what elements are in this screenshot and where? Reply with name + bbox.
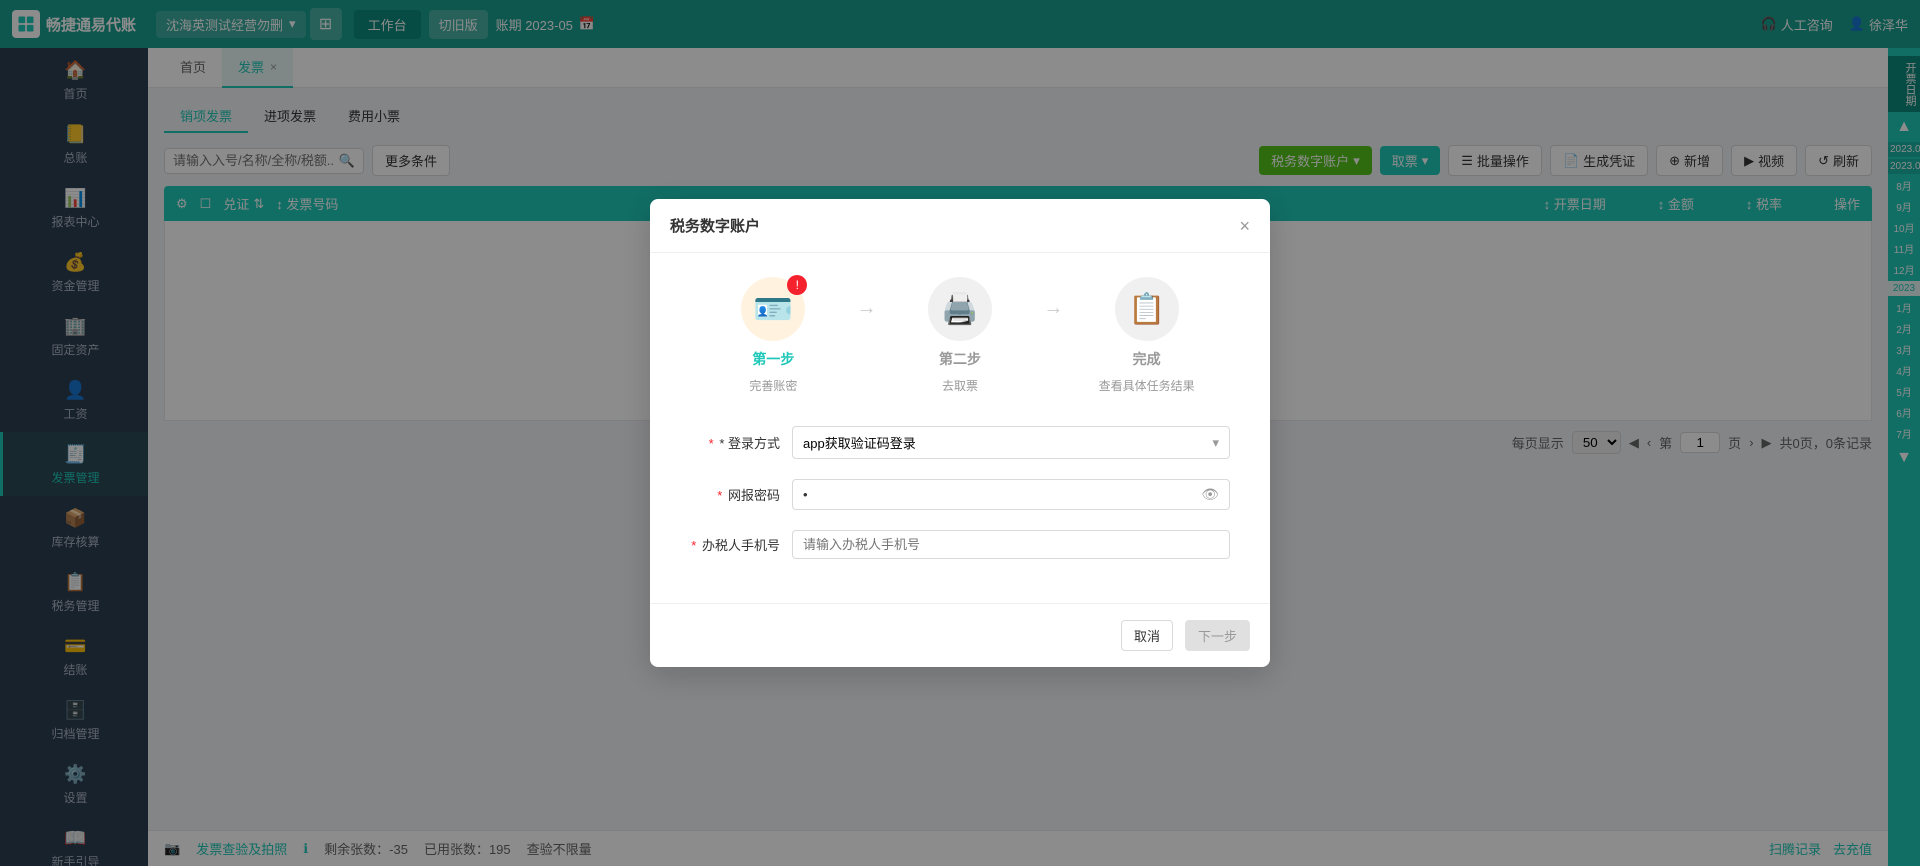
login-method-value: app获取验证码登录 (803, 433, 916, 452)
login-method-dropdown-icon: ▾ (1212, 435, 1219, 451)
modal-footer: 取消 下一步 (650, 603, 1270, 667)
phone-row: * 办税人手机号 (690, 530, 1230, 559)
modal-header: 税务数字账户 × (650, 199, 1270, 253)
step-arrow-2: → (1043, 277, 1063, 320)
login-method-required: * (709, 436, 714, 451)
phone-field[interactable] (792, 530, 1230, 559)
step-2: 🖨️ 第二步 去取票 (877, 277, 1044, 394)
password-toggle-icon[interactable]: 👁 (1201, 486, 1219, 503)
step-1-desc: 完善账密 (749, 377, 797, 394)
step-arrow-1: → (857, 277, 877, 320)
step-3-icon-symbol: 📋 (1128, 292, 1165, 327)
step-1-icon: 🪪 ! (741, 277, 805, 341)
step-1: 🪪 ! 第一步 完善账密 (690, 277, 857, 394)
step-3-label: 完成 (1133, 349, 1161, 369)
modal-body: 🪪 ! 第一步 完善账密 → 🖨️ 第二步 去取票 → (650, 253, 1270, 603)
step-2-label: 第二步 (939, 349, 981, 369)
cancel-button[interactable]: 取消 (1121, 620, 1173, 651)
password-row: * 网报密码 👁 (690, 479, 1230, 510)
step-1-label: 第一步 (752, 349, 794, 369)
phone-input[interactable] (803, 537, 1219, 552)
modal-close-button[interactable]: × (1239, 217, 1250, 235)
steps: 🪪 ! 第一步 完善账密 → 🖨️ 第二步 去取票 → (690, 277, 1230, 394)
next-button[interactable]: 下一步 (1185, 620, 1250, 651)
tax-account-modal: 税务数字账户 × 🪪 ! 第一步 完善账密 → (650, 199, 1270, 667)
password-input[interactable] (803, 487, 1193, 502)
step-2-icon: 🖨️ (928, 277, 992, 341)
step-1-icon-symbol: 🪪 (753, 290, 793, 328)
login-method-label: * * 登录方式 (690, 433, 780, 452)
step-3-icon: 📋 (1115, 277, 1179, 341)
phone-required: * (691, 538, 696, 553)
modal-title: 税务数字账户 (670, 215, 760, 236)
login-method-select[interactable]: app获取验证码登录 ▾ (792, 426, 1230, 459)
step-2-desc: 去取票 (942, 377, 978, 394)
modal-overlay: 税务数字账户 × 🪪 ! 第一步 完善账密 → (0, 0, 1920, 866)
phone-label: * 办税人手机号 (690, 535, 780, 554)
login-method-row: * * 登录方式 app获取验证码登录 ▾ (690, 426, 1230, 459)
step-2-icon-symbol: 🖨️ (941, 292, 978, 327)
password-field[interactable]: 👁 (792, 479, 1230, 510)
step-1-badge: ! (787, 275, 807, 295)
password-label: * 网报密码 (690, 485, 780, 504)
step-3: 📋 完成 查看具体任务结果 (1063, 277, 1230, 394)
step-3-desc: 查看具体任务结果 (1099, 377, 1195, 394)
password-required: * (717, 488, 722, 503)
